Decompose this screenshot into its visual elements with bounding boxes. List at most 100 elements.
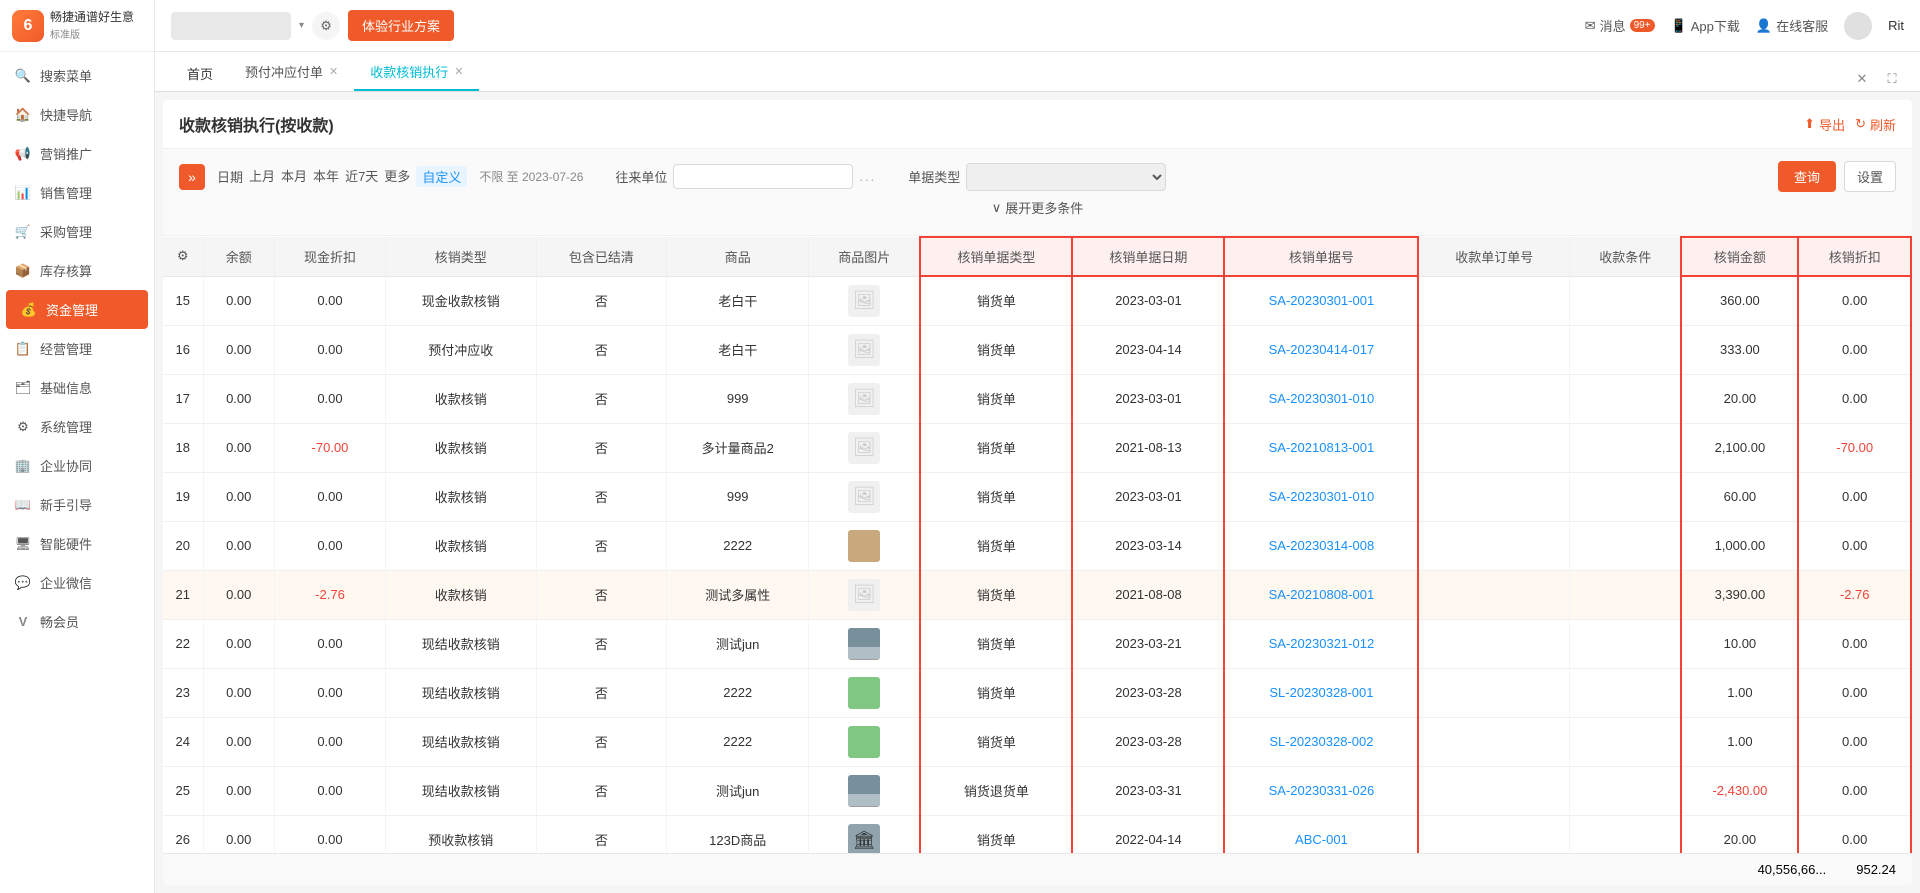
top-header: ▾ ⚙ 体验行业方案 ✉ 消息 99+ 📱 App下载 👤 在线客服 Rit: [155, 0, 1920, 52]
tab-close-button[interactable]: ✕: [1850, 67, 1874, 91]
invoice-no-link[interactable]: SA-20230414-017: [1269, 342, 1375, 357]
tab-prepay-close[interactable]: ✕: [329, 65, 338, 78]
date-link-7days[interactable]: 近7天: [345, 166, 378, 187]
cell-cash-discount: 0.00: [274, 472, 385, 521]
sidebar-item-finance[interactable]: 💰 资金管理: [6, 290, 148, 329]
message-button[interactable]: ✉ 消息 99+: [1585, 16, 1655, 35]
sidebar-item-search[interactable]: 🔍 搜索菜单: [0, 56, 154, 95]
cell-receipt-order: [1418, 276, 1569, 325]
tab-expand-button[interactable]: ⛶: [1880, 67, 1904, 91]
date-link-custom[interactable]: 自定义: [416, 166, 467, 187]
invoice-no-link[interactable]: SA-20230301-010: [1269, 391, 1375, 406]
online-service-label: 在线客服: [1776, 16, 1828, 35]
sidebar-item-inventory[interactable]: 📦 库存核算: [0, 251, 154, 290]
user-avatar[interactable]: [1844, 12, 1872, 40]
partner-filter-input[interactable]: [673, 164, 853, 189]
tab-prepay[interactable]: 预付冲应付单 ✕: [229, 54, 354, 91]
cell-product: 老白干: [667, 276, 809, 325]
sidebar-label-system: 系统管理: [40, 417, 92, 436]
settings-gear-icon[interactable]: ⚙: [312, 12, 340, 40]
cell-writeoff-amount: 1.00: [1681, 668, 1798, 717]
cell-writeoff-amount: 20.00: [1681, 815, 1798, 853]
invoice-no-link[interactable]: SA-20230314-008: [1269, 538, 1375, 553]
online-service-button[interactable]: 👤 在线客服: [1756, 16, 1828, 35]
sidebar-item-enterprise[interactable]: 🏢 企业协同: [0, 446, 154, 485]
date-link-last-month[interactable]: 上月: [249, 166, 275, 187]
logo-area: 6 畅捷通谱好生意 标准版: [0, 0, 154, 52]
system-icon: ⚙: [14, 418, 32, 436]
sidebar-item-marketing[interactable]: 📢 营销推广: [0, 134, 154, 173]
tab-home[interactable]: 首页: [171, 56, 229, 91]
sidebar-item-system[interactable]: ⚙ 系统管理: [0, 407, 154, 446]
invoice-no-link[interactable]: SA-20230331-026: [1269, 783, 1375, 798]
cell-invoice-date: 2023-03-14: [1072, 521, 1224, 570]
sidebar-item-basic[interactable]: 🗂 基础信息: [0, 368, 154, 407]
invoice-no-link[interactable]: SA-20230301-010: [1269, 489, 1375, 504]
sidebar-label-operations: 经营管理: [40, 339, 92, 358]
date-link-more[interactable]: 更多: [384, 166, 410, 187]
header-left: ▾ ⚙ 体验行业方案: [171, 10, 1573, 41]
refresh-button[interactable]: ↻ 刷新: [1855, 115, 1896, 134]
cell-receipt-order: [1418, 717, 1569, 766]
cell-invoice-date: 2021-08-08: [1072, 570, 1224, 619]
tab-writeoff[interactable]: 收款核销执行 ✕: [354, 54, 479, 91]
invoice-no-link[interactable]: SA-20230301-001: [1269, 293, 1375, 308]
cell-id: 20: [163, 521, 203, 570]
invoice-no-link[interactable]: SA-20210808-001: [1269, 587, 1375, 602]
query-button[interactable]: 查询: [1778, 161, 1836, 192]
cell-type: 现金收款核销: [386, 276, 537, 325]
page-header-actions: ⬆ 导出 ↻ 刷新: [1804, 115, 1896, 134]
app-download-button[interactable]: 📱 App下载: [1671, 16, 1740, 35]
cell-invoice-no: SL-20230328-002: [1224, 717, 1418, 766]
cell-balance: 0.00: [203, 570, 274, 619]
sidebar-item-member[interactable]: V 畅会员: [0, 602, 154, 641]
th-gear[interactable]: ⚙: [163, 237, 203, 276]
cell-balance: 0.00: [203, 619, 274, 668]
invoice-no-link[interactable]: SL-20230328-001: [1269, 685, 1373, 700]
invoice-no-link[interactable]: ABC-001: [1295, 832, 1348, 847]
enterprise-icon: 🏢: [14, 457, 32, 475]
table-row: 19 0.00 0.00 收款核销 否 999 🖼 销货单 2023-03-01…: [163, 472, 1911, 521]
sidebar-item-guide[interactable]: 📖 新手引导: [0, 485, 154, 524]
cell-receipt-condition: [1570, 619, 1682, 668]
app-name: 畅捷通谱好生意: [50, 10, 134, 26]
cell-receipt-condition: [1570, 325, 1682, 374]
sidebar-item-operations[interactable]: 📋 经营管理: [0, 329, 154, 368]
tab-writeoff-close[interactable]: ✕: [454, 65, 463, 78]
sidebar-item-wechat[interactable]: 💬 企业微信: [0, 563, 154, 602]
date-link-this-year[interactable]: 本年: [313, 166, 339, 187]
sidebar-item-hardware[interactable]: 🖥 智能硬件: [0, 524, 154, 563]
wechat-icon: 💬: [14, 574, 32, 592]
th-balance: 余额: [203, 237, 274, 276]
cell-product: 2222: [667, 521, 809, 570]
cell-product-image: 🏛: [809, 815, 921, 853]
invoice-no-link[interactable]: SA-20230321-012: [1269, 636, 1375, 651]
expand-more-row[interactable]: ∨ 展开更多条件: [179, 192, 1896, 223]
filter-toggle-button[interactable]: »: [179, 164, 205, 190]
cell-id: 26: [163, 815, 203, 853]
total-amount: 40,556,66...: [1758, 862, 1827, 877]
trial-button[interactable]: 体验行业方案: [348, 10, 454, 41]
cell-id: 18: [163, 423, 203, 472]
member-icon: V: [14, 613, 32, 631]
invoice-no-link[interactable]: SA-20210813-001: [1269, 440, 1375, 455]
voucher-type-select[interactable]: [966, 163, 1166, 191]
cell-type: 收款核销: [386, 521, 537, 570]
date-link-this-month[interactable]: 本月: [281, 166, 307, 187]
table-row: 22 0.00 0.00 现结收款核销 否 测试jun 销货单 2023-03-…: [163, 619, 1911, 668]
sidebar-item-purchase[interactable]: 🛒 采购管理: [0, 212, 154, 251]
sidebar-item-shortcut[interactable]: 🏠 快捷导航: [0, 95, 154, 134]
th-invoice-no: 核销单据号: [1224, 237, 1418, 276]
cell-writeoff-discount: 0.00: [1798, 374, 1911, 423]
invoice-no-link[interactable]: SL-20230328-002: [1269, 734, 1373, 749]
cell-invoice-type: 销货单: [920, 472, 1072, 521]
sidebar-item-sales[interactable]: 📊 销售管理: [0, 173, 154, 212]
settings-button[interactable]: 设置: [1844, 161, 1896, 192]
cell-product-image: 🖼: [809, 374, 921, 423]
export-button[interactable]: ⬆ 导出: [1804, 115, 1845, 134]
cell-invoice-date: 2023-03-01: [1072, 276, 1224, 325]
dropdown-icon[interactable]: ▾: [299, 20, 304, 31]
table-footer: 40,556,66... 952.24: [163, 853, 1912, 885]
cell-writeoff-amount: 10.00: [1681, 619, 1798, 668]
th-receipt-order: 收款单订单号: [1418, 237, 1569, 276]
